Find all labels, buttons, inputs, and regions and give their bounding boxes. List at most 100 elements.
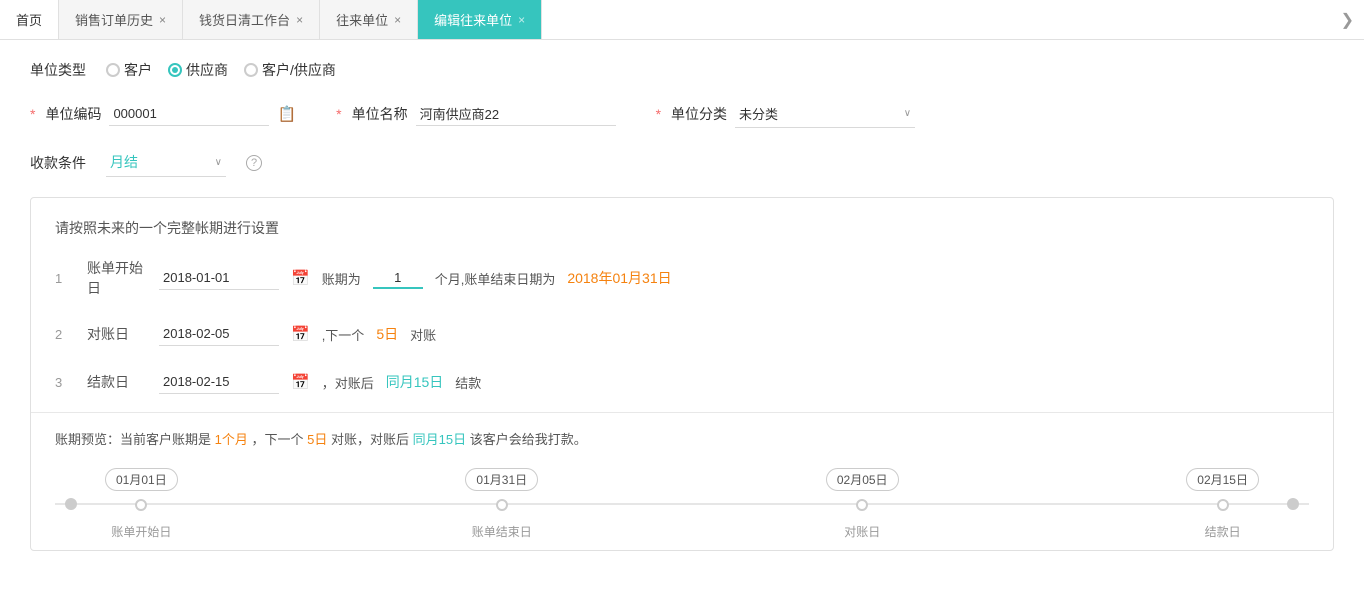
radio-customer-label: 客户 [124, 60, 152, 80]
timeline-badge-1: 01月01日 [105, 468, 178, 491]
preview-section: 账期预览：当前客户账期是 1个月 ，下一个 5日 对账，对账后 同月15日 该客… [31, 412, 1333, 550]
preview-mid2: 对账，对账后 [331, 432, 409, 447]
tab-edit-partner-close[interactable]: × [518, 13, 525, 27]
period-row-1-num: 1 [55, 271, 75, 286]
radio-supplier[interactable]: 供应商 [168, 60, 228, 80]
radio-both[interactable]: 客户/供应商 [244, 60, 336, 80]
tab-arrow[interactable]: ❯ [1331, 0, 1364, 39]
unit-class-select[interactable]: 未分类 ∨ [735, 100, 915, 128]
payment-row: 收款条件 月结 ∨ ? [30, 148, 1334, 177]
timeline-points: 01月01日 账单开始日 01月31日 账单结束日 02月05日 [65, 468, 1299, 540]
preview-prefix: 账期预览：当前客户账期是 [55, 432, 211, 447]
period-row-1-highlight: 2018年01月31日 [567, 268, 671, 288]
tab-partner-label: 往来单位 [336, 10, 388, 29]
unit-info-row: * 单位编码 📋 * 单位名称 * 单位分类 未分类 ∨ [30, 100, 1334, 128]
tab-cash-work-close[interactable]: × [296, 13, 303, 27]
unit-class-value: 未分类 [739, 104, 900, 123]
unit-name-group: * 单位名称 [336, 102, 615, 126]
period-row-1-suffix-pre: 账期为 [322, 269, 361, 288]
period-input[interactable] [373, 268, 423, 289]
payment-value: 月结 [110, 152, 211, 172]
unit-class-label: 单位分类 [671, 104, 727, 124]
timeline-dot-2 [496, 499, 508, 511]
tab-cash-work[interactable]: 钱货日清工作台 × [183, 0, 320, 39]
unit-name-input[interactable] [416, 102, 616, 126]
payment-select[interactable]: 月结 ∨ [106, 148, 226, 177]
period-row-2-cal[interactable]: 📅 [291, 325, 310, 343]
preview-part3: 同月15日 [413, 432, 466, 447]
radio-customer[interactable]: 客户 [106, 60, 152, 80]
tab-home[interactable]: 首页 [0, 0, 59, 39]
unit-name-star: * [336, 106, 341, 122]
period-row-3-num: 3 [55, 375, 75, 390]
period-row-3-suffix: 结款 [455, 373, 481, 392]
radio-customer-circle [106, 63, 120, 77]
timeline-dot-3 [856, 499, 868, 511]
unit-type-row: 单位类型 客户 供应商 客户/供应商 [30, 60, 1334, 80]
unit-code-icon[interactable]: 📋 [277, 105, 296, 123]
period-row-2-num: 2 [55, 327, 75, 342]
period-row-3: 3 结款日 📅 ，对账后 同月15日 结款 [55, 370, 1309, 394]
preview-suffix: 该客户会给我打款。 [470, 432, 587, 447]
tab-sales-history-label: 销售订单历史 [75, 10, 153, 29]
period-row-3-label: 结款日 [87, 372, 147, 392]
timeline-start-dot [65, 498, 77, 510]
period-row-2-date[interactable] [159, 322, 279, 346]
unit-code-star: * [30, 106, 35, 122]
unit-code-input[interactable] [109, 102, 269, 126]
period-inner: 请按照未来的一个完整帐期进行设置 1 账单开始日 📅 账期为 个月,账单结束日期… [31, 198, 1333, 412]
unit-class-star: * [656, 106, 661, 122]
period-row-2-pre: ,下一个 [322, 325, 365, 344]
unit-name-label: 单位名称 [352, 104, 408, 124]
period-row-3-cal[interactable]: 📅 [291, 373, 310, 391]
timeline-label-1: 账单开始日 [111, 523, 171, 540]
radio-both-circle [244, 63, 258, 77]
preview-text: 账期预览：当前客户账期是 1个月 ，下一个 5日 对账，对账后 同月15日 该客… [55, 429, 1309, 448]
timeline-point-2: 01月31日 账单结束日 [465, 468, 538, 540]
help-icon-text: ? [251, 157, 257, 169]
preview-mid1: ，下一个 [252, 432, 304, 447]
tab-home-label: 首页 [16, 10, 42, 29]
radio-supplier-circle [168, 63, 182, 77]
timeline-dot-1 [135, 499, 147, 511]
unit-class-group: * 单位分类 未分类 ∨ [656, 100, 915, 128]
timeline-label-3: 对账日 [844, 523, 880, 540]
payment-chevron: ∨ [215, 157, 222, 168]
tab-cash-work-label: 钱货日清工作台 [199, 10, 290, 29]
period-row-1: 1 账单开始日 📅 账期为 个月,账单结束日期为 2018年01月31日 [55, 258, 1309, 298]
tab-edit-partner[interactable]: 编辑往来单位 × [418, 0, 542, 39]
period-row-3-date[interactable] [159, 370, 279, 394]
tab-sales-history-close[interactable]: × [159, 13, 166, 27]
period-row-1-suffix: 个月,账单结束日期为 [435, 269, 556, 288]
timeline-label-4: 结款日 [1205, 523, 1241, 540]
timeline-label-2: 账单结束日 [472, 523, 532, 540]
timeline-point-3: 02月05日 对账日 [826, 468, 899, 540]
unit-type-label: 单位类型 [30, 60, 86, 80]
period-row-3-highlight: 同月15日 [386, 372, 444, 392]
arrow-icon: ❯ [1341, 10, 1354, 30]
timeline-badge-3: 02月05日 [826, 468, 899, 491]
tab-partner[interactable]: 往来单位 × [320, 0, 418, 39]
tab-bar: 首页 销售订单历史 × 钱货日清工作台 × 往来单位 × 编辑往来单位 × ❯ [0, 0, 1364, 40]
timeline-badge-2: 01月31日 [465, 468, 538, 491]
period-row-1-cal[interactable]: 📅 [291, 269, 310, 287]
period-row-2-suffix: 对账 [410, 325, 436, 344]
unit-type-radio-group: 客户 供应商 客户/供应商 [106, 60, 336, 80]
timeline-point-1: 01月01日 账单开始日 [105, 468, 178, 540]
timeline-badge-4: 02月15日 [1186, 468, 1259, 491]
period-row-1-date[interactable] [159, 266, 279, 290]
period-row-2-label: 对账日 [87, 324, 147, 344]
period-row-3-pre: ，对账后 [322, 373, 374, 392]
tab-sales-history[interactable]: 销售订单历史 × [59, 0, 183, 39]
preview-part1: 1个月 [215, 432, 248, 447]
unit-code-label: 单位编码 [45, 104, 101, 124]
unit-class-chevron: ∨ [904, 108, 911, 119]
period-row-2: 2 对账日 📅 ,下一个 5日 对账 [55, 322, 1309, 346]
timeline-end-dot [1287, 498, 1299, 510]
page-content: 单位类型 客户 供应商 客户/供应商 * 单位编码 📋 * [0, 40, 1364, 608]
tab-partner-close[interactable]: × [394, 13, 401, 27]
preview-part2: 5日 [307, 432, 327, 447]
period-title: 请按照未来的一个完整帐期进行设置 [55, 218, 1309, 238]
period-row-2-highlight: 5日 [376, 324, 398, 344]
payment-help-icon[interactable]: ? [246, 155, 262, 171]
